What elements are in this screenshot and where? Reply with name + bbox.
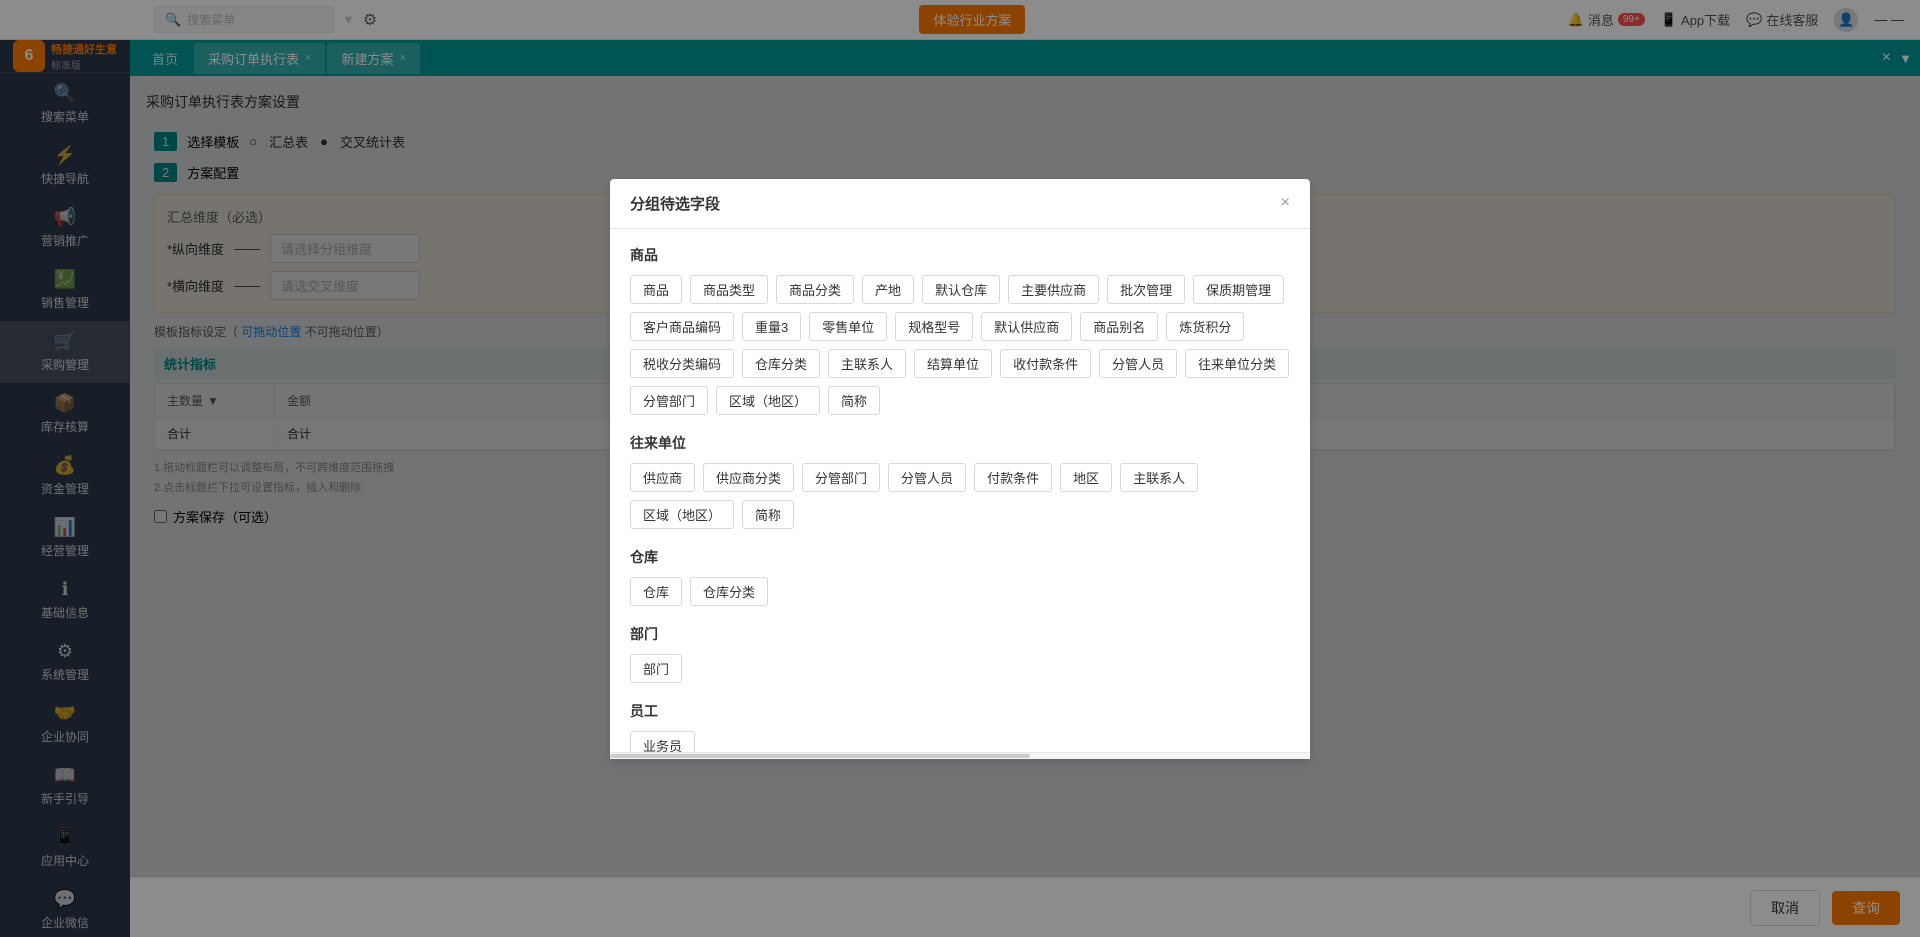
tag-重量3[interactable]: 重量3 (742, 312, 801, 341)
tag-grid-product: 商品商品类型商品分类产地默认仓库主要供应商批次管理保质期管理客户商品编码重量3 零… (630, 275, 1290, 415)
tag-区域（地区）[interactable]: 区域（地区） (630, 500, 734, 529)
section-title-department: 部门 (630, 624, 1290, 644)
tag-默认仓库[interactable]: 默认仓库 (922, 275, 1000, 304)
dialog: 分组待选字段 × 商品商品商品类型商品分类产地默认仓库主要供应商批次管理保质期管… (610, 179, 1310, 759)
tag-客户商品编码[interactable]: 客户商品编码 (630, 312, 734, 341)
tag-主要供应商[interactable]: 主要供应商 (1008, 275, 1099, 304)
dialog-header: 分组待选字段 × (610, 179, 1310, 229)
tag-部门[interactable]: 部门 (630, 654, 682, 683)
section-title-product: 商品 (630, 245, 1290, 265)
tag-收付款条件[interactable]: 收付款条件 (1000, 349, 1091, 378)
tag-仓库[interactable]: 仓库 (630, 577, 682, 606)
tag-分管人员[interactable]: 分管人员 (888, 463, 966, 492)
tag-分管人员[interactable]: 分管人员 (1099, 349, 1177, 378)
tag-保质期管理[interactable]: 保质期管理 (1193, 275, 1284, 304)
tag-商品[interactable]: 商品 (630, 275, 682, 304)
hscroll-thumb (610, 754, 1030, 757)
tag-简称[interactable]: 简称 (828, 386, 880, 415)
section-title-employee: 员工 (630, 701, 1290, 721)
tag-grid-department: 部门 (630, 654, 1290, 683)
tag-往来单位分类[interactable]: 往来单位分类 (1185, 349, 1289, 378)
tag-批次管理[interactable]: 批次管理 (1107, 275, 1185, 304)
tag-主联系人[interactable]: 主联系人 (1120, 463, 1198, 492)
tag-炼货积分[interactable]: 炼货积分 (1166, 312, 1244, 341)
dialog-body[interactable]: 商品商品商品类型商品分类产地默认仓库主要供应商批次管理保质期管理客户商品编码重量… (610, 229, 1310, 753)
tag-零售单位[interactable]: 零售单位 (809, 312, 887, 341)
tag-仓库分类[interactable]: 仓库分类 (742, 349, 820, 378)
section-employee: 员工业务员 (630, 701, 1290, 753)
tag-分管部门[interactable]: 分管部门 (630, 386, 708, 415)
tag-供应商[interactable]: 供应商 (630, 463, 695, 492)
dialog-hscroll[interactable] (610, 752, 1310, 758)
section-department: 部门部门 (630, 624, 1290, 683)
tag-供应商分类[interactable]: 供应商分类 (703, 463, 794, 492)
section-partner: 往来单位供应商供应商分类分管部门分管人员付款条件地区主联系人区域（地区） 简称 (630, 433, 1290, 529)
dialog-overlay[interactable]: 分组待选字段 × 商品商品商品类型商品分类产地默认仓库主要供应商批次管理保质期管… (0, 0, 1920, 937)
tag-grid-warehouse: 仓库仓库分类 (630, 577, 1290, 606)
tag-主联系人[interactable]: 主联系人 (828, 349, 906, 378)
tag-分管部门[interactable]: 分管部门 (802, 463, 880, 492)
tag-grid-employee: 业务员 (630, 731, 1290, 753)
tag-业务员[interactable]: 业务员 (630, 731, 695, 753)
tag-grid-partner: 供应商供应商分类分管部门分管人员付款条件地区主联系人区域（地区） 简称 (630, 463, 1290, 529)
dialog-close-button[interactable]: × (1281, 194, 1290, 212)
tag-默认供应商[interactable]: 默认供应商 (981, 312, 1072, 341)
section-product: 商品商品商品类型商品分类产地默认仓库主要供应商批次管理保质期管理客户商品编码重量… (630, 245, 1290, 415)
section-title-warehouse: 仓库 (630, 547, 1290, 567)
tag-区域（地区）[interactable]: 区域（地区） (716, 386, 820, 415)
tag-简称[interactable]: 简称 (742, 500, 794, 529)
tag-商品分类[interactable]: 商品分类 (776, 275, 854, 304)
section-title-partner: 往来单位 (630, 433, 1290, 453)
tag-商品别名[interactable]: 商品别名 (1080, 312, 1158, 341)
tag-规格型号[interactable]: 规格型号 (895, 312, 973, 341)
section-warehouse: 仓库仓库仓库分类 (630, 547, 1290, 606)
tag-结算单位[interactable]: 结算单位 (914, 349, 992, 378)
tag-付款条件[interactable]: 付款条件 (974, 463, 1052, 492)
dialog-title: 分组待选字段 (630, 193, 720, 214)
tag-税收分类编码[interactable]: 税收分类编码 (630, 349, 734, 378)
tag-产地[interactable]: 产地 (862, 275, 914, 304)
tag-商品类型[interactable]: 商品类型 (690, 275, 768, 304)
tag-地区[interactable]: 地区 (1060, 463, 1112, 492)
tag-仓库分类[interactable]: 仓库分类 (690, 577, 768, 606)
